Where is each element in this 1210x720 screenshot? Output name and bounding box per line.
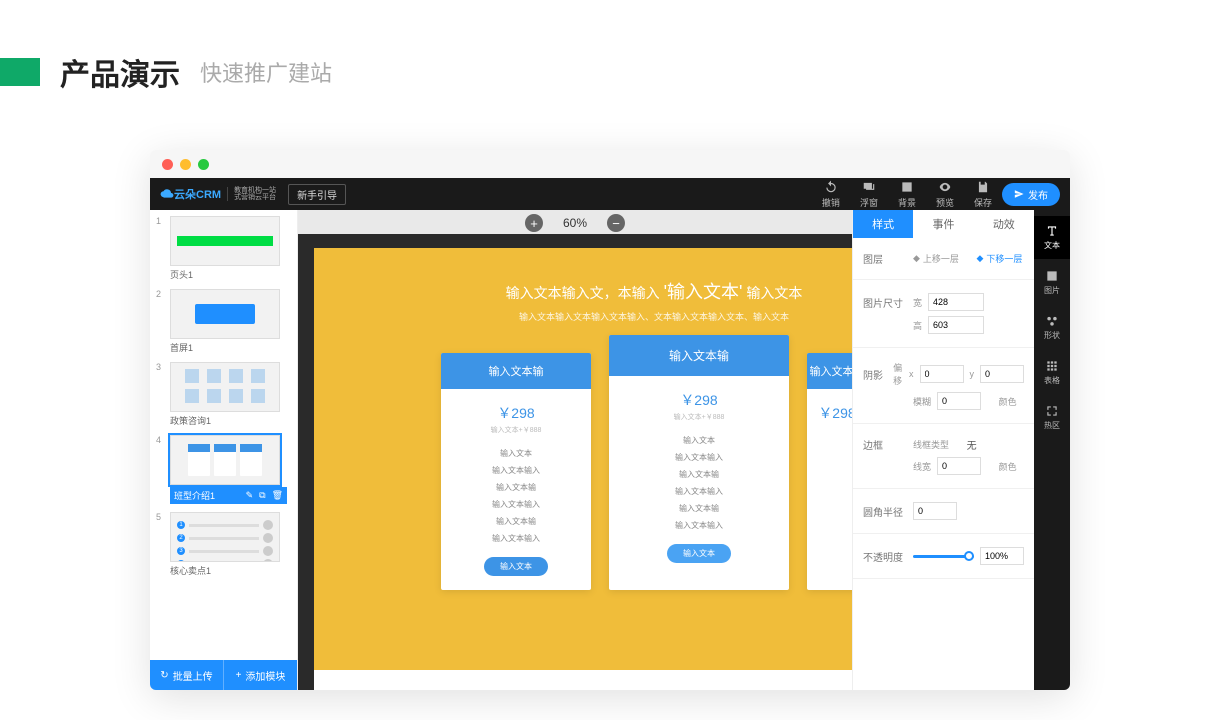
- add-module-button[interactable]: + 添加模块: [224, 660, 297, 690]
- publish-button[interactable]: 发布: [1002, 183, 1060, 206]
- shadow-x-input[interactable]: [920, 365, 964, 383]
- top-toolbar: 云朵CRM 教育机构一站式营销云平台 新手引导 撤销 浮窗 背景 预览 保存 发…: [150, 178, 1070, 210]
- zoom-in-button[interactable]: +: [525, 214, 543, 232]
- tool-image[interactable]: 图片: [1034, 261, 1070, 304]
- opacity-input[interactable]: [980, 547, 1024, 565]
- page-thumb-1[interactable]: 1页头1: [150, 214, 297, 287]
- radius-input[interactable]: [913, 502, 957, 520]
- shadow-blur-input[interactable]: [937, 392, 981, 410]
- float-button[interactable]: 浮窗: [860, 180, 878, 209]
- hero-title[interactable]: 输入文本输入文，本输入 '输入文本' 输入文本: [314, 278, 852, 304]
- copy-icon[interactable]: ⧉: [259, 490, 265, 501]
- tab-anim[interactable]: 动效: [974, 210, 1034, 238]
- maximize-icon[interactable]: [198, 159, 209, 170]
- page-content[interactable]: 输入文本输入文，本输入 '输入文本' 输入文本 输入文本输入文本输入文本输入、文…: [314, 248, 852, 690]
- height-input[interactable]: [928, 316, 984, 334]
- pricing-card-3[interactable]: 输入文本输 ￥298: [807, 353, 852, 590]
- window-titlebar: [150, 150, 1070, 178]
- section-title-2[interactable]: 输入文本输入文本 '输入文本': [314, 670, 852, 690]
- logo-subtext: 教育机构一站式营销云平台: [227, 187, 276, 201]
- accent-bar: [0, 58, 40, 86]
- page-subtitle: 快速推广建站: [200, 56, 332, 88]
- opacity-slider[interactable]: [913, 555, 974, 558]
- pricing-card-1[interactable]: 输入文本输 ￥298输入文本+￥888 输入文本输入文本输入输入文本输输入文本输…: [441, 353, 591, 590]
- tool-hotspot[interactable]: 热区: [1034, 396, 1070, 439]
- undo-button[interactable]: 撤销: [822, 180, 840, 209]
- width-input[interactable]: [928, 293, 984, 311]
- delete-icon[interactable]: 🗑: [272, 490, 283, 501]
- ruler-horizontal: [314, 234, 852, 248]
- layer-down-button[interactable]: ◆ 下移一层: [977, 252, 1023, 265]
- guide-button[interactable]: 新手引导: [288, 184, 346, 205]
- pricing-card-2[interactable]: 输入文本输 ￥298输入文本+￥888 输入文本输入文本输入输入文本输输入文本输…: [609, 335, 789, 590]
- page-thumb-4[interactable]: 4班型介绍1✎⧉🗑: [150, 433, 297, 510]
- canvas-area: + 60% − 输入文本输入文，本输入 '输入文本' 输入文本 输入文本输入文本…: [298, 210, 852, 690]
- canvas-stage[interactable]: 输入文本输入文，本输入 '输入文本' 输入文本 输入文本输入文本输入文本输入、文…: [314, 248, 852, 690]
- page-thumb-5[interactable]: 51234核心卖点1: [150, 510, 297, 583]
- page-thumb-3[interactable]: 3政策咨询1: [150, 360, 297, 433]
- logo-text: 云朵CRM: [174, 186, 221, 202]
- edit-icon[interactable]: ✎: [246, 490, 254, 501]
- page-list-panel: 1页头1 2首屏1 3政策咨询1 4班型介绍1✎⧉🗑 51234核心卖点1 ↻ …: [150, 210, 298, 690]
- card-cta-button[interactable]: 输入文本: [667, 544, 731, 563]
- batch-upload-button[interactable]: ↻ 批量上传: [150, 660, 224, 690]
- tool-table[interactable]: 表格: [1034, 351, 1070, 394]
- close-icon[interactable]: [162, 159, 173, 170]
- tab-style[interactable]: 样式: [853, 210, 913, 238]
- page-thumb-2[interactable]: 2首屏1: [150, 287, 297, 360]
- minimize-icon[interactable]: [180, 159, 191, 170]
- border-width-input[interactable]: [937, 457, 981, 475]
- properties-panel: 样式 事件 动效 图层 ◆ 上移一层 ◆ 下移一层 图片尺寸宽 高 阴影偏移 x…: [852, 210, 1034, 690]
- logo-icon: [160, 186, 174, 203]
- tab-event[interactable]: 事件: [913, 210, 973, 238]
- page-title: 产品演示: [60, 50, 180, 94]
- app-window: 云朵CRM 教育机构一站式营销云平台 新手引导 撤销 浮窗 背景 预览 保存 发…: [150, 150, 1070, 690]
- save-button[interactable]: 保存: [974, 180, 992, 209]
- zoom-value: 60%: [563, 216, 587, 230]
- tool-text[interactable]: 文本: [1034, 216, 1070, 259]
- border-type-select[interactable]: 无: [967, 437, 977, 452]
- hero-subtitle[interactable]: 输入文本输入文本输入文本输入、文本输入文本输入文本、输入文本: [314, 310, 852, 323]
- preview-button[interactable]: 预览: [936, 180, 954, 209]
- background-button[interactable]: 背景: [898, 180, 916, 209]
- zoom-out-button[interactable]: −: [607, 214, 625, 232]
- card-cta-button[interactable]: 输入文本: [484, 557, 548, 576]
- tool-rail: 文本 图片 形状 表格 热区: [1034, 210, 1070, 690]
- zoom-control: + 60% −: [525, 214, 625, 232]
- shadow-y-input[interactable]: [980, 365, 1024, 383]
- layer-up-button[interactable]: ◆ 上移一层: [913, 252, 959, 265]
- pricing-cards: 输入文本输 ￥298输入文本+￥888 输入文本输入文本输入输入文本输输入文本输…: [314, 353, 852, 590]
- tool-shape[interactable]: 形状: [1034, 306, 1070, 349]
- ruler-vertical: [298, 234, 314, 690]
